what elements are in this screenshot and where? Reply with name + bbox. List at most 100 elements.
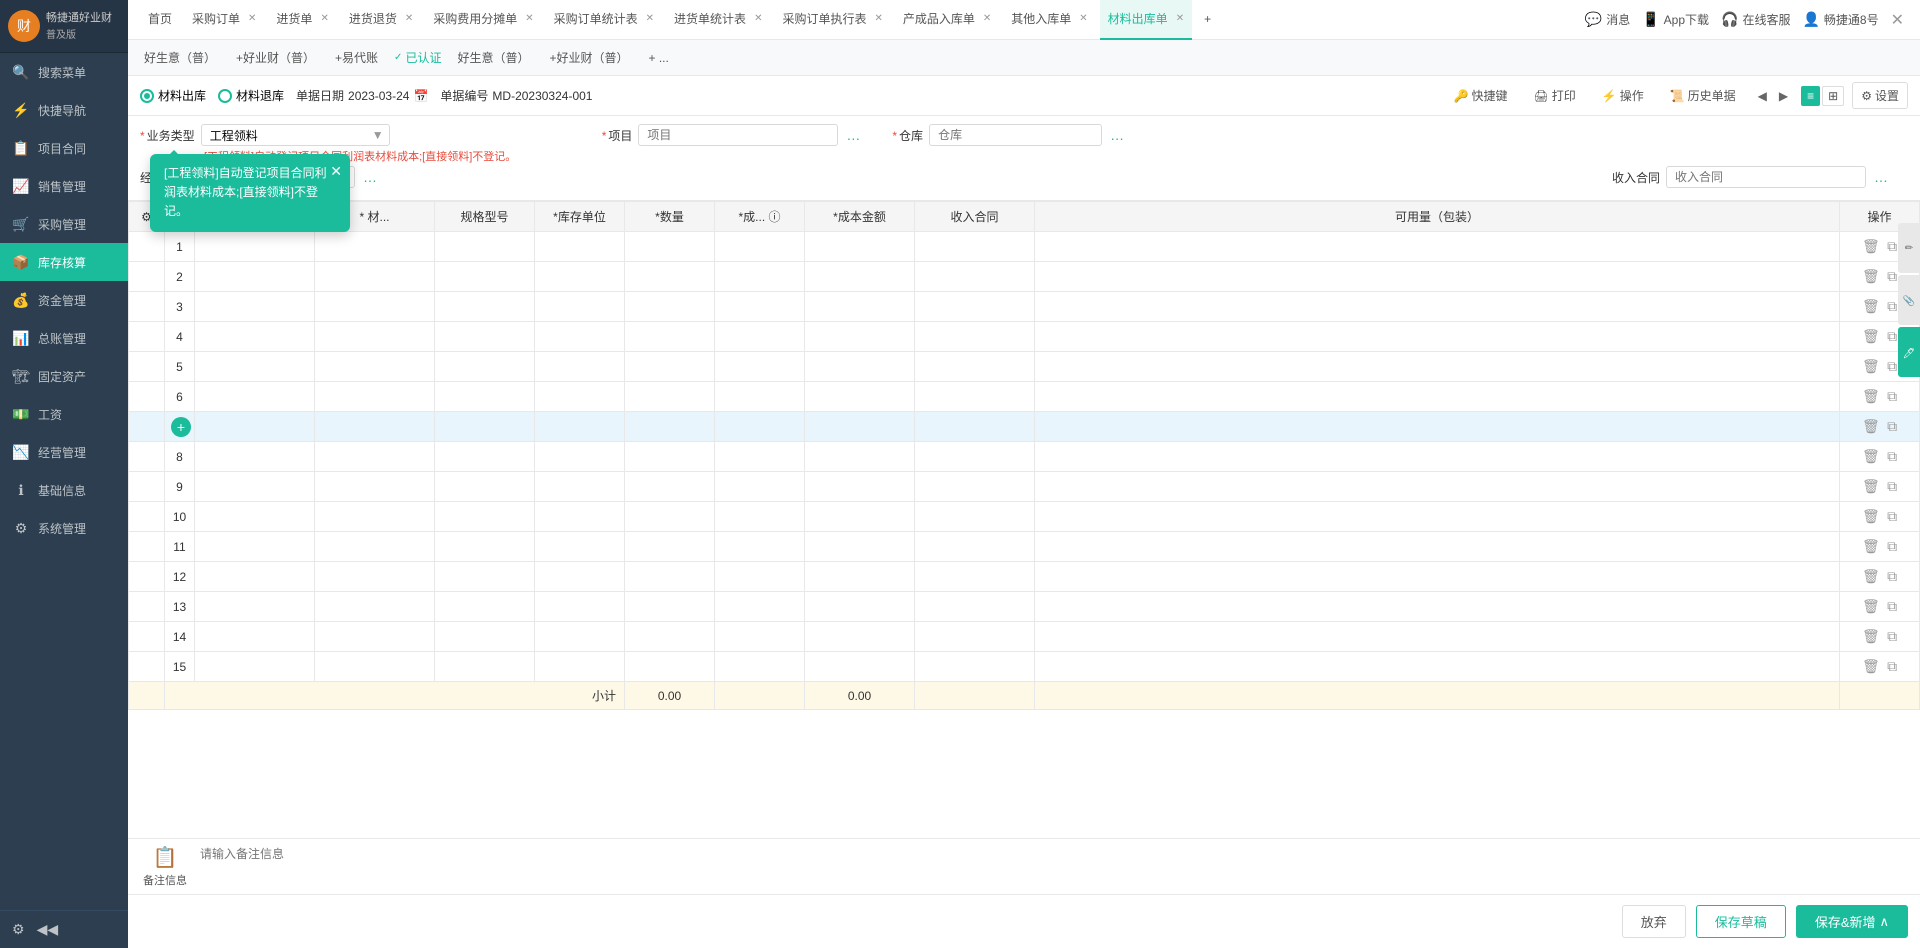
table-cell-material-3[interactable]: [315, 292, 435, 322]
table-cell-cost-amount-15[interactable]: [805, 652, 915, 682]
table-cell-unit-5[interactable]: [535, 352, 625, 382]
table-cell-unit-4[interactable]: [535, 322, 625, 352]
table-cell-income-contract-4[interactable]: [915, 322, 1035, 352]
table-cell-project-15[interactable]: [195, 652, 315, 682]
table-cell-material-8[interactable]: [315, 442, 435, 472]
quicknav-good-biz2[interactable]: 好生意（普）: [453, 49, 533, 66]
table-cell-cost-1[interactable]: [715, 232, 805, 262]
copy-row-btn-12[interactable]: ⧉: [1885, 566, 1899, 587]
table-cell-unit-10[interactable]: [535, 502, 625, 532]
table-cell-material-2[interactable]: [315, 262, 435, 292]
copy-row-btn-7[interactable]: ⧉: [1885, 416, 1899, 437]
project-ellipsis-btn[interactable]: …: [846, 127, 860, 143]
table-cell-cost-14[interactable]: [715, 622, 805, 652]
table-cell-available-4[interactable]: [1035, 322, 1840, 352]
right-tool-edit[interactable]: ✏: [1898, 223, 1920, 273]
table-cell-spec-15[interactable]: [435, 652, 535, 682]
topbar-nav-product_in[interactable]: 产成品入库单✕: [895, 0, 999, 40]
topbar-nav-other_in[interactable]: 其他入库单✕: [1003, 0, 1095, 40]
delete-row-btn-7[interactable]: 🗑: [1860, 416, 1882, 437]
table-cell-unit-7[interactable]: [535, 412, 625, 442]
table-cell-cost-amount-2[interactable]: [805, 262, 915, 292]
table-cell-project-10[interactable]: [195, 502, 315, 532]
table-cell-income-contract-7[interactable]: [915, 412, 1035, 442]
topbar-close-purchase_stat[interactable]: ✕: [646, 13, 654, 24]
add-row-btn[interactable]: +: [171, 417, 191, 437]
copy-row-btn-1[interactable]: ⧉: [1885, 236, 1899, 257]
sidebar-item-sales[interactable]: 📈销售管理: [0, 167, 128, 205]
table-cell-available-9[interactable]: [1035, 472, 1840, 502]
table-cell-cost-12[interactable]: [715, 562, 805, 592]
table-cell-quantity-9[interactable]: [625, 472, 715, 502]
delete-row-btn-8[interactable]: 🗑: [1860, 446, 1882, 467]
table-cell-cost-amount-1[interactable]: [805, 232, 915, 262]
copy-row-btn-3[interactable]: ⧉: [1885, 296, 1899, 317]
table-cell-available-10[interactable]: [1035, 502, 1840, 532]
topbar-right-app[interactable]: 📱App下载: [1642, 11, 1709, 28]
topbar-nav-purchase_exec[interactable]: 采购订单执行表✕: [774, 0, 890, 40]
table-cell-material-15[interactable]: [315, 652, 435, 682]
delete-row-btn-14[interactable]: 🗑: [1860, 626, 1882, 647]
warehouse-input[interactable]: [929, 124, 1102, 146]
table-cell-income-contract-9[interactable]: [915, 472, 1035, 502]
table-cell-unit-13[interactable]: [535, 592, 625, 622]
prev-btn[interactable]: ◀: [1753, 87, 1772, 105]
table-cell-unit-3[interactable]: [535, 292, 625, 322]
topbar-right-user[interactable]: 👤畅捷通8号: [1802, 11, 1878, 28]
copy-row-btn-10[interactable]: ⧉: [1885, 506, 1899, 527]
quicknav-good-finance2[interactable]: +好业财（普）: [545, 49, 632, 66]
print-btn[interactable]: 🖨 打印: [1524, 82, 1584, 109]
table-cell-material-12[interactable]: [315, 562, 435, 592]
sidebar-item-project[interactable]: 📋项目合同: [0, 129, 128, 167]
right-tool-attach[interactable]: 📎: [1898, 275, 1920, 325]
save-draft-button[interactable]: 保存草稿: [1696, 905, 1786, 938]
table-cell-quantity-11[interactable]: [625, 532, 715, 562]
table-cell-cost-4[interactable]: [715, 322, 805, 352]
settings-icon[interactable]: ⚙: [12, 921, 25, 938]
topbar-close-purchase_order[interactable]: ✕: [248, 13, 256, 24]
delete-row-btn-11[interactable]: 🗑: [1860, 536, 1882, 557]
table-cell-unit-9[interactable]: [535, 472, 625, 502]
table-cell-available-3[interactable]: [1035, 292, 1840, 322]
table-cell-available-5[interactable]: [1035, 352, 1840, 382]
delete-row-btn-5[interactable]: 🗑: [1860, 356, 1882, 377]
table-cell-unit-1[interactable]: [535, 232, 625, 262]
right-tool-green[interactable]: 🖊: [1898, 327, 1920, 377]
sidebar-item-system[interactable]: ⚙系统管理: [0, 509, 128, 547]
table-cell-cost-8[interactable]: [715, 442, 805, 472]
table-cell-project-1[interactable]: [195, 232, 315, 262]
table-cell-cost-amount-9[interactable]: [805, 472, 915, 502]
topbar-close-goods_stat[interactable]: ✕: [754, 13, 762, 24]
table-cell-unit-8[interactable]: [535, 442, 625, 472]
table-cell-available-12[interactable]: [1035, 562, 1840, 592]
income-contract-ellipsis-btn[interactable]: …: [1874, 169, 1888, 185]
table-cell-quantity-7[interactable]: [625, 412, 715, 442]
view-list-btn[interactable]: ≡: [1801, 86, 1820, 106]
history-btn[interactable]: 📜 历史单据: [1661, 82, 1745, 109]
copy-row-btn-9[interactable]: ⧉: [1885, 476, 1899, 497]
table-cell-available-14[interactable]: [1035, 622, 1840, 652]
table-cell-spec-12[interactable]: [435, 562, 535, 592]
delete-row-btn-12[interactable]: 🗑: [1860, 566, 1882, 587]
table-cell-spec-11[interactable]: [435, 532, 535, 562]
table-cell-spec-6[interactable]: [435, 382, 535, 412]
table-cell-material-4[interactable]: [315, 322, 435, 352]
table-cell-income-contract-5[interactable]: [915, 352, 1035, 382]
delete-row-btn-2[interactable]: 🗑: [1860, 266, 1882, 287]
table-cell-project-2[interactable]: [195, 262, 315, 292]
table-cell-cost-10[interactable]: [715, 502, 805, 532]
table-cell-project-3[interactable]: [195, 292, 315, 322]
table-cell-cost-9[interactable]: [715, 472, 805, 502]
table-cell-cost-amount-13[interactable]: [805, 592, 915, 622]
table-cell-material-10[interactable]: [315, 502, 435, 532]
table-cell-unit-12[interactable]: [535, 562, 625, 592]
table-cell-spec-2[interactable]: [435, 262, 535, 292]
copy-row-btn-4[interactable]: ⧉: [1885, 326, 1899, 347]
table-cell-income-contract-11[interactable]: [915, 532, 1035, 562]
sidebar-item-assets[interactable]: 🏗固定资产: [0, 357, 128, 395]
table-cell-income-contract-14[interactable]: [915, 622, 1035, 652]
table-cell-unit-2[interactable]: [535, 262, 625, 292]
table-cell-cost-amount-3[interactable]: [805, 292, 915, 322]
sidebar-item-operations[interactable]: 📉经营管理: [0, 433, 128, 471]
table-cell-material-13[interactable]: [315, 592, 435, 622]
